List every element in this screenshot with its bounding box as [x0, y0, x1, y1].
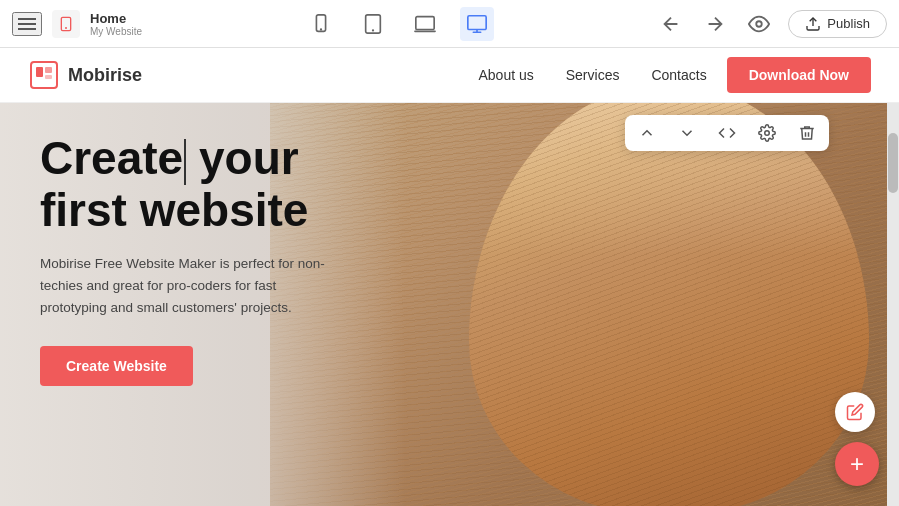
svg-point-18: [765, 131, 770, 136]
fab-add-icon: +: [850, 452, 864, 476]
hero-title: Create your first website: [40, 133, 340, 235]
fab-edit-button[interactable]: [835, 392, 875, 432]
hero-cta-button[interactable]: Create Website: [40, 346, 193, 386]
hamburger-menu[interactable]: [12, 12, 42, 36]
hero-description: Mobirise Free Website Maker is perfect f…: [40, 253, 340, 318]
block-move-up-btn[interactable]: [635, 121, 659, 145]
forward-btn[interactable]: [700, 9, 730, 39]
fab-add-button[interactable]: +: [835, 442, 879, 486]
brand-name: Mobirise: [68, 65, 142, 86]
svg-rect-16: [45, 67, 52, 73]
svg-rect-6: [416, 16, 434, 29]
tab-icon: [52, 10, 80, 38]
device-laptop-btn[interactable]: [408, 7, 442, 41]
hero-face-image: [469, 103, 869, 506]
svg-rect-8: [468, 15, 486, 29]
block-toolbar: [625, 115, 829, 151]
site-navbar: Mobirise About us Services Contacts Down…: [0, 48, 899, 103]
block-code-btn[interactable]: [715, 121, 739, 145]
fab-container: +: [835, 392, 879, 486]
nav-link-services[interactable]: Services: [566, 67, 620, 83]
back-btn[interactable]: [656, 9, 686, 39]
svg-point-11: [757, 21, 763, 27]
scrollbar-thumb[interactable]: [888, 133, 898, 193]
tab-info: Home My Website: [90, 11, 142, 37]
download-button[interactable]: Download Now: [727, 57, 871, 93]
svg-rect-17: [45, 75, 52, 79]
nav-link-about[interactable]: About us: [478, 67, 533, 83]
top-toolbar: Home My Website: [0, 0, 899, 48]
device-desktop-btn[interactable]: [460, 7, 494, 41]
text-cursor: [184, 139, 186, 185]
publish-button[interactable]: Publish: [788, 10, 887, 38]
nav-links: About us Services Contacts: [142, 67, 707, 83]
device-mobile-small-btn[interactable]: [304, 7, 338, 41]
tab-title: Home: [90, 11, 142, 26]
hero-section: Create your first website Mobirise Free …: [0, 103, 899, 506]
hero-title-line1: Create your: [40, 132, 299, 184]
brand: Mobirise: [28, 59, 142, 91]
publish-label: Publish: [827, 16, 870, 31]
brand-logo-icon: [28, 59, 60, 91]
preview-btn[interactable]: [744, 9, 774, 39]
svg-rect-15: [36, 67, 43, 77]
block-settings-btn[interactable]: [755, 121, 779, 145]
toolbar-right: Publish: [656, 9, 887, 39]
device-tablet-btn[interactable]: [356, 7, 390, 41]
tab-subtitle: My Website: [90, 26, 142, 37]
nav-link-contacts[interactable]: Contacts: [651, 67, 706, 83]
block-move-down-btn[interactable]: [675, 121, 699, 145]
device-switcher: [150, 7, 648, 41]
svg-rect-14: [31, 62, 57, 88]
scrollbar[interactable]: [887, 103, 899, 506]
hero-content: Create your first website Mobirise Free …: [40, 133, 340, 386]
svg-rect-13: [28, 59, 60, 91]
toolbar-left: Home My Website: [12, 10, 142, 38]
hero-title-line2: first website: [40, 184, 308, 236]
block-delete-btn[interactable]: [795, 121, 819, 145]
